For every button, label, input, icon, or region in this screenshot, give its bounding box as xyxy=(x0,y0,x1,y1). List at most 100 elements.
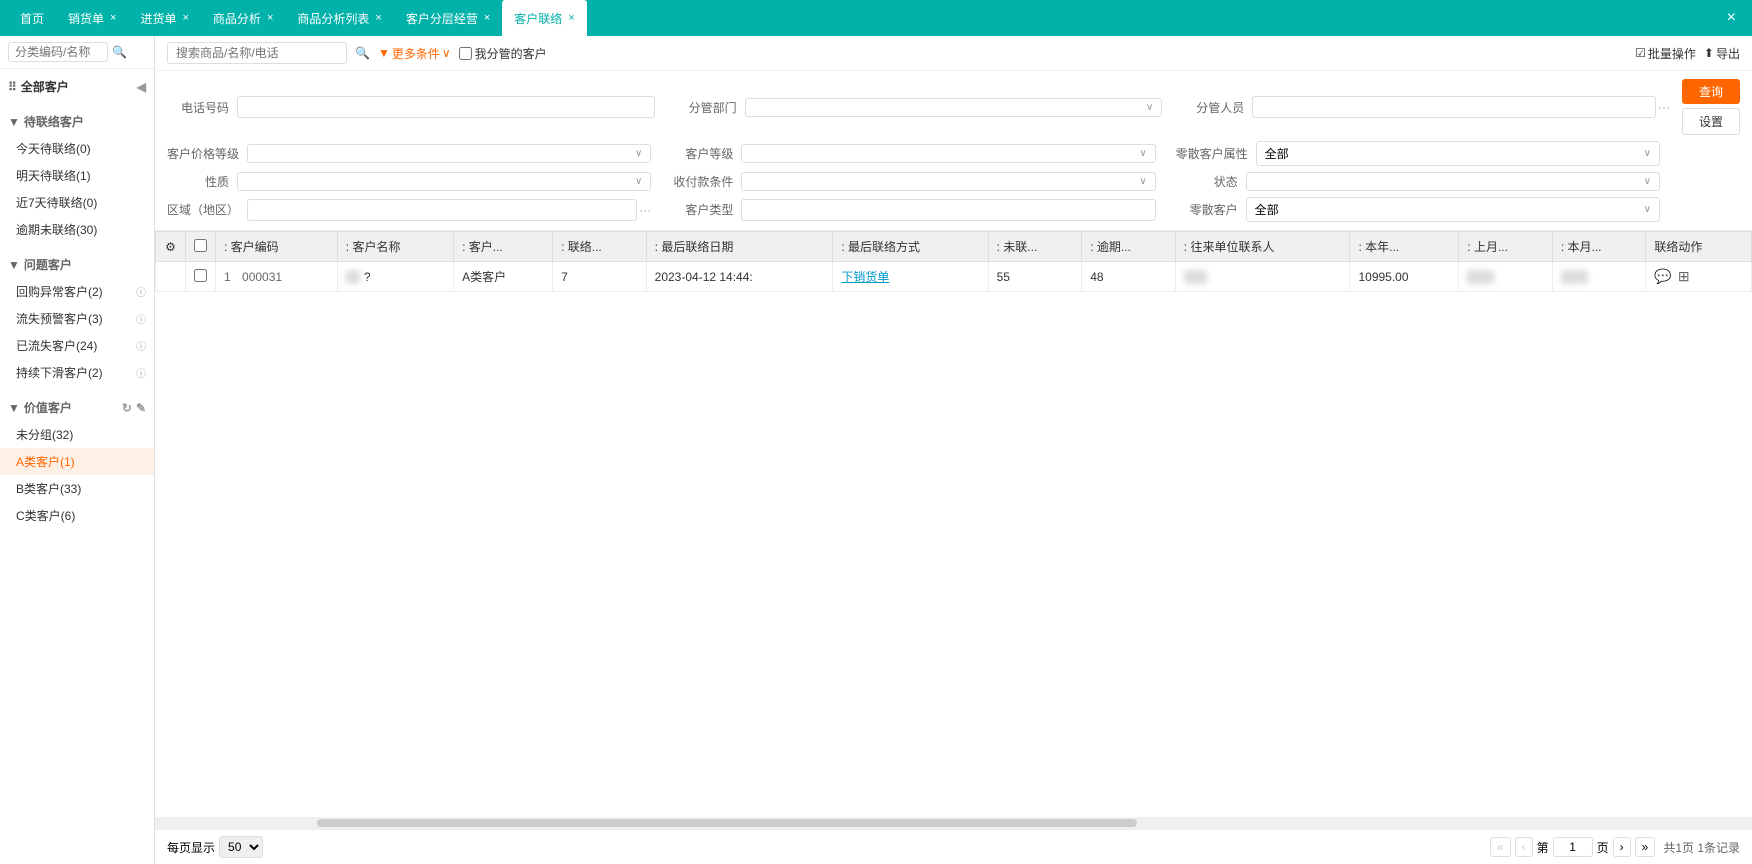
search-input[interactable] xyxy=(167,42,347,64)
filter-price-grade: 客户价格等级 ∨ xyxy=(167,144,651,163)
filter-row-1: 电话号码 分管部门 ∨ 分管人员 ··· xyxy=(167,79,1740,135)
filter-customer-type-label: 客户类型 xyxy=(671,201,741,218)
sidebar-item-a-class[interactable]: A类客户(1) xyxy=(0,448,154,475)
my-customer-checkbox-label[interactable]: 我分管的客户 xyxy=(459,45,547,62)
col-name: : 客户名称 xyxy=(337,232,453,262)
filter-price-grade-label: 客户价格等级 xyxy=(167,145,247,162)
filter-retail-attr-select[interactable]: 全部 ∨ xyxy=(1256,141,1660,166)
filter-bar: 🔍 ▼ 更多条件 ∨ 我分管的客户 ☑ 批量操作 ⬆ 导出 xyxy=(155,36,1752,71)
nav-customer-layer-close[interactable]: × xyxy=(484,12,490,24)
sidebar-problem-group: ▼ 问题客户 回购异常客户(2) ⓘ 流失预警客户(3) ⓘ 已流失客户(24)… xyxy=(0,247,154,390)
filter-customer-type-input[interactable] xyxy=(741,199,1155,221)
sidebar-item-c-class[interactable]: C类客户(6) xyxy=(0,502,154,529)
row-this-month: 0000 xyxy=(1552,262,1646,292)
filter-manager-dots[interactable]: ··· xyxy=(1658,100,1670,114)
nav-customer-contact-close[interactable]: × xyxy=(568,12,574,24)
filter-row-4: 区域（地区） ··· 客户类型 零散客户 全部 ∨ xyxy=(167,197,1740,222)
qr-icon[interactable]: ⊞ xyxy=(1678,268,1690,285)
row-checkbox-cell[interactable] xyxy=(186,262,216,292)
edit-icon[interactable]: ✎ xyxy=(136,401,146,415)
nav-customer-layer[interactable]: 客户分层经营 × xyxy=(394,0,502,36)
filter-retail-customer-select[interactable]: 全部 ∨ xyxy=(1246,197,1660,222)
nav-analysis[interactable]: 商品分析 × xyxy=(201,0,285,36)
sidebar-item-week[interactable]: 近7天待联络(0) xyxy=(0,189,154,216)
prev-page-button[interactable]: ‹ xyxy=(1515,837,1533,857)
my-customer-checkbox[interactable] xyxy=(459,47,472,60)
batch-operation-button[interactable]: ☑ 批量操作 xyxy=(1635,45,1696,62)
more-filter-button[interactable]: ▼ 更多条件 ∨ xyxy=(378,45,451,62)
sidebar-item-repurchase[interactable]: 回购异常客户(2) ⓘ xyxy=(0,278,154,305)
page-size-select[interactable]: 50 xyxy=(219,836,263,858)
nav-analysis-list[interactable]: 商品分析列表 × xyxy=(285,0,393,36)
export-button[interactable]: ⬆ 导出 xyxy=(1704,45,1740,62)
sidebar-item-overdue-contact[interactable]: 逾期未联络(30) xyxy=(0,216,154,243)
table-header-row: ⚙ : 客户编码 : 客户名称 : 客户... : 联络... : 最后联络日期… xyxy=(156,232,1752,262)
nav-customer-contact[interactable]: 客户联络 × xyxy=(502,0,586,36)
horizontal-scrollbar[interactable] xyxy=(155,817,1752,829)
filter-customer-grade-label: 客户等级 xyxy=(671,145,741,162)
filter-region-input[interactable] xyxy=(247,199,637,221)
sidebar-item-b-class[interactable]: B类客户(33) xyxy=(0,475,154,502)
filter-manager-input[interactable] xyxy=(1252,96,1656,118)
sidebar-header-all[interactable]: ⠿ 全部客户 ◀ xyxy=(0,73,154,100)
page-number-input[interactable] xyxy=(1553,837,1593,857)
nav-analysis-close[interactable]: × xyxy=(267,12,273,24)
filter-region-dots[interactable]: ··· xyxy=(639,203,651,217)
filter-customer-grade-select[interactable]: ∨ xyxy=(741,144,1155,163)
dept-chevron-icon: ∨ xyxy=(1146,102,1153,113)
sidebar-item-churn-warning[interactable]: 流失预警客户(3) ⓘ xyxy=(0,305,154,332)
nav-purchase[interactable]: 进货单 × xyxy=(128,0,200,36)
row-name: Ea ? xyxy=(337,262,453,292)
sidebar-value-label[interactable]: ▼ 价值客户 ↻ ✎ xyxy=(0,394,154,421)
sidebar-item-declining[interactable]: 持续下滑客户(2) ⓘ xyxy=(0,359,154,386)
sidebar-search-input[interactable] xyxy=(8,42,108,62)
sidebar-collapse-icon[interactable]: ◀ xyxy=(137,80,146,94)
sidebar-item-ungraded[interactable]: 未分组(32) xyxy=(0,421,154,448)
sidebar-search-icon[interactable]: 🔍 xyxy=(112,45,127,59)
filter-phone-input[interactable] xyxy=(237,96,655,118)
col-code: : 客户编码 xyxy=(216,232,338,262)
info-icon-churn[interactable]: ⓘ xyxy=(136,311,146,326)
window-close-button[interactable]: × xyxy=(1719,9,1744,27)
row-checkbox[interactable] xyxy=(194,269,207,282)
query-button[interactable]: 查询 xyxy=(1682,79,1740,104)
setting-button[interactable]: 设置 xyxy=(1682,108,1740,135)
last-page-button[interactable]: » xyxy=(1635,837,1656,857)
search-icon[interactable]: 🔍 xyxy=(355,46,370,60)
value-group-icons: ↻ ✎ xyxy=(122,401,146,415)
row-year-amount: 10995.00 xyxy=(1350,262,1459,292)
filter-dept-select[interactable]: ∨ xyxy=(745,98,1163,117)
nav-sales[interactable]: 销货单 × xyxy=(56,0,128,36)
sidebar-item-tomorrow[interactable]: 明天待联络(1) xyxy=(0,162,154,189)
filter-nature-select[interactable]: ∨ xyxy=(237,172,651,191)
select-all-checkbox[interactable] xyxy=(194,239,207,252)
scrollbar-thumb[interactable] xyxy=(317,819,1137,827)
filter-status-select[interactable]: ∨ xyxy=(1246,172,1660,191)
last-method-link[interactable]: 下销货单 xyxy=(841,270,889,284)
gear-header[interactable]: ⚙ xyxy=(156,232,186,262)
filter-price-grade-select[interactable]: ∨ xyxy=(247,144,651,163)
sidebar-all-customers: ⠿ 全部客户 ◀ xyxy=(0,69,154,104)
info-icon-repurchase[interactable]: ⓘ xyxy=(136,284,146,299)
nav-purchase-close[interactable]: × xyxy=(182,12,188,24)
refresh-icon[interactable]: ↻ xyxy=(122,401,132,415)
sidebar-pending-label[interactable]: ▼ 待联络客户 xyxy=(0,108,154,135)
sidebar-item-churned[interactable]: 已流失客户(24) ⓘ xyxy=(0,332,154,359)
first-page-button[interactable]: « xyxy=(1490,837,1511,857)
next-page-button[interactable]: › xyxy=(1613,837,1631,857)
nav-home[interactable]: 首页 xyxy=(8,0,56,36)
payment-chevron-icon: ∨ xyxy=(1139,176,1146,187)
row-uncontacted: 55 xyxy=(988,262,1082,292)
chat-icon[interactable]: 💬 xyxy=(1654,268,1671,285)
row-last-method[interactable]: 下销货单 xyxy=(833,262,988,292)
filter-payment-select[interactable]: ∨ xyxy=(741,172,1155,191)
sidebar-item-today[interactable]: 今天待联络(0) xyxy=(0,135,154,162)
sidebar-problem-label[interactable]: ▼ 问题客户 xyxy=(0,251,154,278)
sidebar: 🔍 ⠿ 全部客户 ◀ ▼ 待联络客户 今天待联络(0) 明天待联络(1) 近7天… xyxy=(0,36,155,864)
nav-sales-close[interactable]: × xyxy=(110,12,116,24)
info-icon-churned[interactable]: ⓘ xyxy=(136,338,146,353)
nav-analysis-list-close[interactable]: × xyxy=(375,12,381,24)
checkbox-header[interactable] xyxy=(186,232,216,262)
info-icon-declining[interactable]: ⓘ xyxy=(136,365,146,380)
table-area[interactable]: ⚙ : 客户编码 : 客户名称 : 客户... : 联络... : 最后联络日期… xyxy=(155,231,1752,817)
